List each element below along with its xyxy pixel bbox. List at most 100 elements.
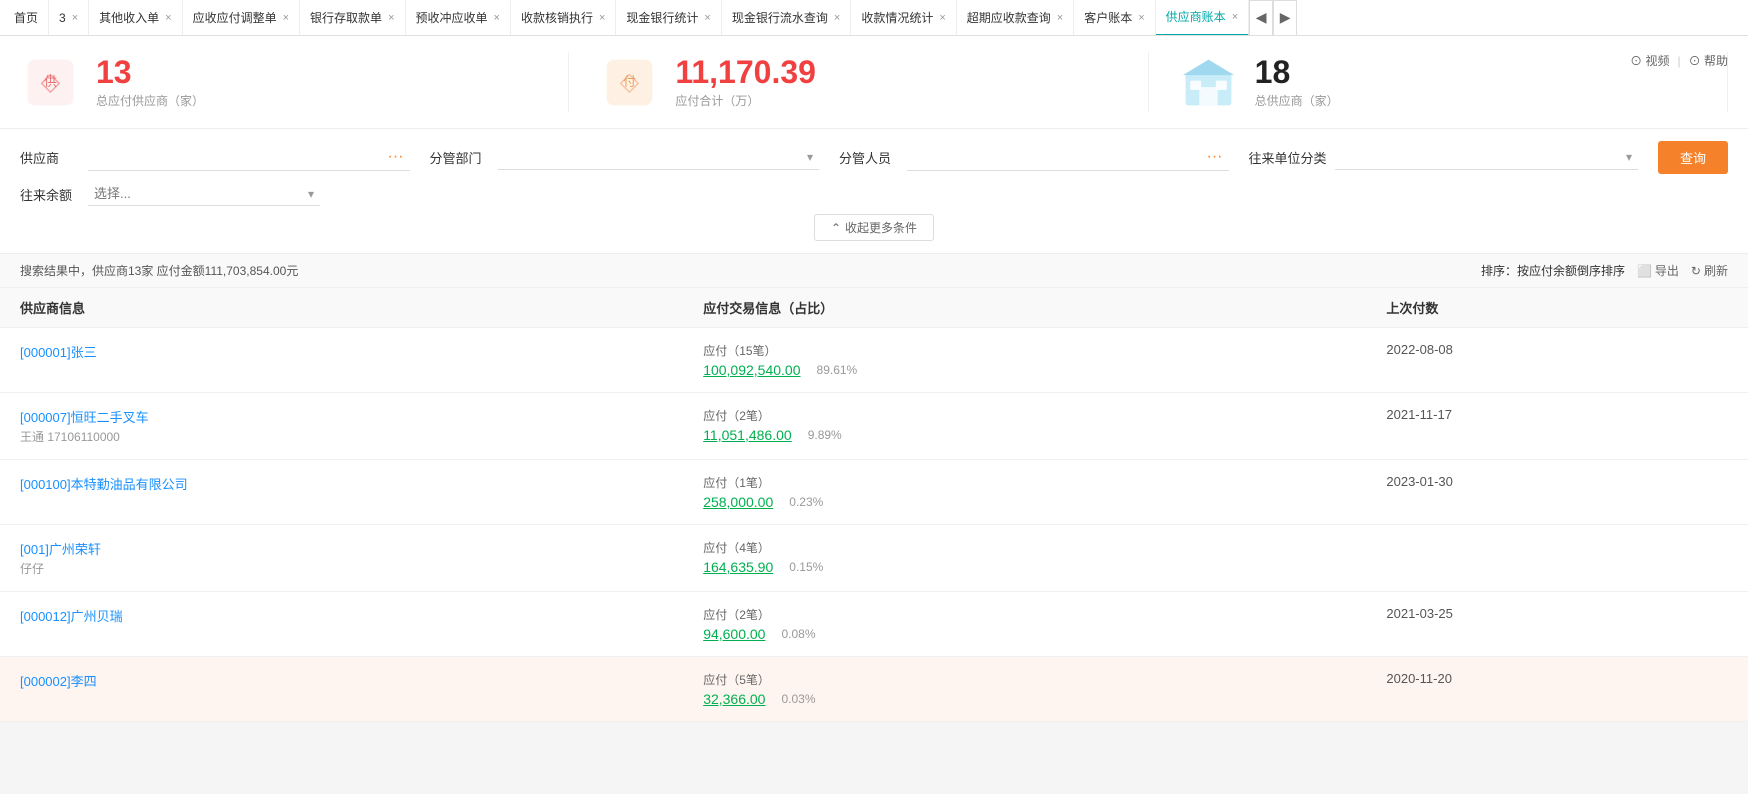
close-icon[interactable]: ×	[1138, 12, 1144, 24]
nav-tab-cusbook[interactable]: 客户账本 ×	[1074, 0, 1155, 36]
percentage-5: 0.08%	[781, 627, 815, 641]
balance-input[interactable]	[94, 186, 304, 201]
svg-text:供: 供	[44, 74, 57, 89]
nav-tab-cashflow[interactable]: 现金银行流水查询 ×	[722, 0, 851, 36]
tx-label-6: 应付（5笔）	[703, 671, 1386, 688]
category-dropdown-icon[interactable]: ▾	[1626, 150, 1632, 164]
nav-tab-adjust[interactable]: 应收应付调整单 ×	[183, 0, 300, 36]
filter-dept: 分管部门 ▾	[430, 146, 820, 170]
supplier-table: 供应商信息 应付交易信息（占比） 上次付数 [000001]张三 应付（15笔）…	[0, 288, 1748, 722]
percentage-4: 0.15%	[789, 560, 823, 574]
search-button[interactable]: 查询	[1658, 141, 1728, 174]
amount-link-2[interactable]: 11,051,486.00	[703, 427, 792, 443]
video-link[interactable]: ⊙ 视频	[1630, 52, 1669, 69]
filter-row-2: 往来余额 ▾	[20, 182, 1728, 206]
amount-link-6[interactable]: 32,366.00	[703, 691, 765, 707]
top-nav: 首页 3 × 其他收入单 × 应收应付调整单 × 银行存取款单 × 预收冲应收单…	[0, 0, 1748, 36]
supplier-link-2[interactable]: [000007]恒旺二手叉车	[20, 407, 703, 426]
nav-tab-supbook[interactable]: 供应商账本 ×	[1156, 0, 1249, 36]
amount-link-5[interactable]: 94,600.00	[703, 626, 765, 642]
supplier-info-5: [000012]广州贝瑞	[20, 606, 703, 625]
supplier-link-5[interactable]: [000012]广州贝瑞	[20, 606, 703, 625]
close-icon[interactable]: ×	[283, 12, 289, 24]
refresh-button[interactable]: ↻ 刷新	[1691, 262, 1728, 279]
collapse-button[interactable]: ⌃ 收起更多条件	[814, 214, 934, 241]
balance-label: 往来余额	[20, 185, 80, 204]
category-input[interactable]	[1341, 150, 1622, 165]
amount-link-4[interactable]: 164,635.90	[703, 559, 773, 575]
supplier-info-3: [000100]本特勤油品有限公司	[20, 474, 703, 493]
close-icon[interactable]: ×	[704, 12, 710, 24]
table-row: [000001]张三 应付（15笔） 100,092,540.00 89.61%…	[0, 328, 1748, 393]
amount-link-1[interactable]: 100,092,540.00	[703, 362, 800, 378]
stat-payable-amount: ◇ 付 11,170.39 应付合计（万）	[569, 52, 1148, 112]
close-icon[interactable]: ×	[1057, 12, 1063, 24]
dept-label: 分管部门	[430, 148, 490, 167]
nav-tab-receipt[interactable]: 收款情况统计 ×	[851, 0, 956, 36]
refresh-icon: ↻	[1691, 264, 1701, 278]
percentage-3: 0.23%	[789, 495, 823, 509]
close-icon[interactable]: ×	[388, 12, 394, 24]
nav-tab-3[interactable]: 3 ×	[49, 0, 89, 36]
nav-next-arrow[interactable]: ▶	[1273, 0, 1297, 36]
tx-info-2: 应付（2笔） 11,051,486.00 9.89%	[703, 407, 1386, 443]
table-row: [000002]李四 应付（5笔） 32,366.00 0.03% 2020-1…	[0, 657, 1748, 722]
supplier-link-4[interactable]: [001]广州荣轩	[20, 539, 703, 558]
amount-link-3[interactable]: 258,000.00	[703, 494, 773, 510]
tx-info-6: 应付（5笔） 32,366.00 0.03%	[703, 671, 1386, 707]
supplier-dots-icon[interactable]: ···	[388, 148, 404, 166]
nav-tab-income[interactable]: 其他收入单 ×	[89, 0, 182, 36]
close-icon[interactable]: ×	[599, 12, 605, 24]
collapse-wrap: ⌃ 收起更多条件	[20, 214, 1728, 241]
close-icon[interactable]: ×	[1232, 11, 1238, 23]
filter-person: 分管人员 ···	[839, 144, 1229, 171]
supplier-info-1: [000001]张三	[20, 342, 703, 361]
dept-dropdown-icon[interactable]: ▾	[807, 150, 813, 164]
table-row: [000007]恒旺二手叉车 王通 17106110000 应付（2笔） 11,…	[0, 393, 1748, 460]
filter-category: 往来单位分类 ▾	[1249, 146, 1639, 170]
tx-info-1: 应付（15笔） 100,092,540.00 89.61%	[703, 342, 1386, 378]
last-payment-5: 2021-03-25	[1386, 606, 1728, 621]
last-payment-2: 2021-11-17	[1386, 407, 1728, 422]
percentage-6: 0.03%	[781, 692, 815, 706]
export-icon: ⬜	[1637, 264, 1652, 278]
close-icon[interactable]: ×	[834, 12, 840, 24]
last-payment-3: 2023-01-30	[1386, 474, 1728, 489]
supplier-link-1[interactable]: [000001]张三	[20, 342, 703, 361]
supplier-link-6[interactable]: [000002]李四	[20, 671, 703, 690]
table-header: 供应商信息 应付交易信息（占比） 上次付数	[0, 288, 1748, 328]
supplier-info-4: [001]广州荣轩 仔仔	[20, 539, 703, 577]
balance-input-wrap: ▾	[88, 182, 320, 206]
nav-tab-bank[interactable]: 银行存取款单 ×	[300, 0, 405, 36]
nav-prev-arrow[interactable]: ◀	[1249, 0, 1273, 36]
close-icon[interactable]: ×	[72, 12, 78, 24]
filter-area: 供应商 ··· 分管部门 ▾ 分管人员 ··· 往来单位分类	[0, 129, 1748, 254]
close-icon[interactable]: ×	[165, 12, 171, 24]
tx-label-5: 应付（2笔）	[703, 606, 1386, 623]
sort-label[interactable]: 排序：按应付余额倒序排序	[1481, 262, 1625, 279]
stat-payable-suppliers: ◇ 供 13 总应付供应商（家）	[20, 52, 569, 112]
tx-label-4: 应付（4笔）	[703, 539, 1386, 556]
nav-tab-prepay[interactable]: 预收冲应收单 ×	[406, 0, 511, 36]
help-link[interactable]: ⊙ 帮助	[1689, 52, 1728, 69]
balance-dropdown-icon[interactable]: ▾	[308, 187, 314, 201]
nav-tab-verify[interactable]: 收款核销执行 ×	[511, 0, 616, 36]
close-icon[interactable]: ×	[494, 12, 500, 24]
filter-row-1: 供应商 ··· 分管部门 ▾ 分管人员 ··· 往来单位分类	[20, 141, 1728, 174]
supplier-input[interactable]	[94, 150, 388, 165]
export-button[interactable]: ⬜ 导出	[1637, 262, 1679, 279]
nav-tab-home[interactable]: 首页	[4, 0, 49, 36]
last-payment-6: 2020-11-20	[1386, 671, 1728, 686]
percentage-2: 9.89%	[808, 428, 842, 442]
person-input[interactable]	[913, 150, 1207, 165]
nav-tab-cashstat[interactable]: 现金银行统计 ×	[616, 0, 721, 36]
nav-tab-overdue[interactable]: 超期应收款查询 ×	[957, 0, 1074, 36]
supplier-link-3[interactable]: [000100]本特勤油品有限公司	[20, 474, 703, 493]
close-icon[interactable]: ×	[939, 12, 945, 24]
result-actions: 排序：按应付余额倒序排序 ⬜ 导出 ↻ 刷新	[1481, 262, 1728, 279]
help-area: ⊙ 视频 | ⊙ 帮助	[1630, 52, 1728, 69]
result-summary: 搜索结果中，供应商13家 应付金额111,703,854.00元	[20, 262, 298, 279]
svg-text:付: 付	[623, 74, 636, 89]
person-dots-icon[interactable]: ···	[1207, 148, 1223, 166]
dept-input[interactable]	[504, 150, 803, 165]
